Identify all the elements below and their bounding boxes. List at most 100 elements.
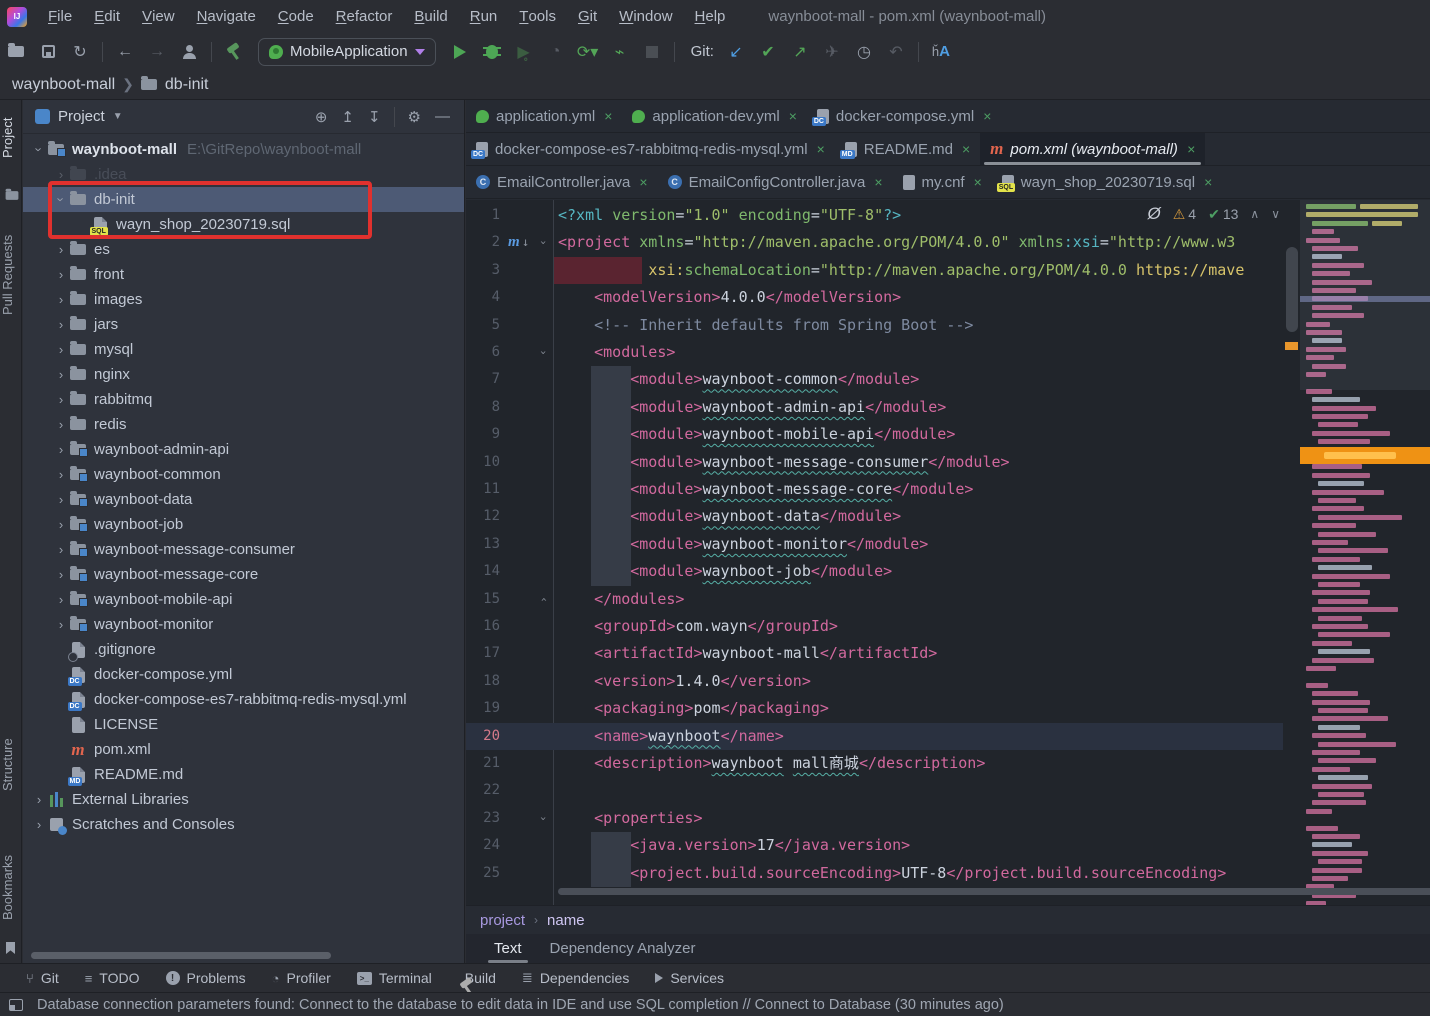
- toolwindow-profiler[interactable]: ◔ Profiler: [272, 970, 331, 986]
- chevron-collapsed-icon[interactable]: ›: [53, 392, 69, 407]
- project-horizontal-scrollbar[interactable]: [31, 952, 331, 959]
- run-configuration-select[interactable]: MobileApplication: [258, 37, 436, 66]
- hide-panel-icon[interactable]: —: [435, 108, 450, 125]
- reader-mode-icon[interactable]: Ø: [1148, 204, 1161, 224]
- code-line-15[interactable]: 15 › </modules>: [466, 586, 1283, 613]
- tree-item-images[interactable]: › images: [23, 287, 464, 312]
- fold-start-icon[interactable]: ›: [530, 349, 557, 356]
- chevron-collapsed-icon[interactable]: ›: [53, 567, 69, 582]
- code-editor[interactable]: 1 <?xml version="1.0" encoding="UTF-8"?> 2…: [466, 200, 1430, 905]
- toolwindow-dependencies[interactable]: ≣ Dependencies: [522, 970, 629, 986]
- toolwindow-terminal[interactable]: >_ Terminal: [356, 970, 432, 986]
- code-line-8[interactable]: 8 <module>waynboot-admin-api</module>: [466, 394, 1283, 421]
- code-line-10[interactable]: 10 <module>waynboot-message-consumer</mo…: [466, 449, 1283, 476]
- coverage-button[interactable]: ▶̥: [511, 39, 537, 65]
- code-line-5[interactable]: 5 <!-- Inherit defaults from Spring Boot…: [466, 312, 1283, 339]
- chevron-collapsed-icon[interactable]: ›: [53, 367, 69, 382]
- code-line-4[interactable]: 4 <modelVersion>4.0.0</modelVersion>: [466, 284, 1283, 311]
- chevron-collapsed-icon[interactable]: ›: [53, 592, 69, 607]
- menu-build[interactable]: Build: [403, 0, 458, 33]
- error-stripe-mark[interactable]: [1285, 342, 1298, 350]
- typos-count[interactable]: ✔ 13: [1208, 206, 1238, 223]
- tree-item--idea[interactable]: › .idea: [23, 162, 464, 187]
- breadcrumb-folder[interactable]: db-init: [165, 76, 209, 94]
- code-line-20[interactable]: 20 <name>waynboot</name>: [466, 722, 1283, 750]
- editor-horizontal-scrollbar[interactable]: [558, 888, 1430, 895]
- chevron-collapsed-icon[interactable]: ›: [53, 342, 69, 357]
- close-tab-icon[interactable]: ×: [1204, 174, 1212, 190]
- chevron-expanded-icon[interactable]: ›: [54, 192, 69, 208]
- code-line-13[interactable]: 13 <module>waynboot-monitor</module>: [466, 531, 1283, 558]
- tree-item-db-init[interactable]: › db-init: [23, 187, 464, 212]
- chevron-collapsed-icon[interactable]: ›: [53, 242, 69, 257]
- stripe-tab-bookmarks[interactable]: Bookmarks: [0, 840, 22, 935]
- prev-problem-icon[interactable]: ∧: [1250, 207, 1259, 221]
- back-icon[interactable]: ←: [112, 39, 138, 65]
- fold-start-icon[interactable]: ›: [530, 240, 557, 247]
- menu-help[interactable]: Help: [684, 0, 737, 33]
- breadcrumb-project[interactable]: waynboot-mall: [12, 76, 115, 94]
- status-message[interactable]: Database connection parameters found: Co…: [37, 997, 1004, 1013]
- menu-file[interactable]: File: [37, 0, 83, 33]
- git-rollback-icon[interactable]: ↶: [883, 39, 909, 65]
- tab-my-cnf[interactable]: my.cnf ×: [893, 166, 992, 198]
- code-line-18[interactable]: 18 <version>1.4.0</version>: [466, 668, 1283, 695]
- menu-tools[interactable]: Tools: [508, 0, 567, 33]
- tree-item-waynboot-message-core[interactable]: › waynboot-message-core: [23, 562, 464, 587]
- chevron-collapsed-icon[interactable]: ›: [53, 492, 69, 507]
- stripe-tab-project[interactable]: Project: [0, 108, 22, 168]
- tree-item-mysql[interactable]: › mysql: [23, 337, 464, 362]
- maven-gutter-icon[interactable]: m: [508, 229, 520, 256]
- code-line-25[interactable]: 25 <project.build.sourceEncoding>UTF-8</…: [466, 860, 1283, 887]
- fold-start-icon[interactable]: ›: [530, 815, 557, 822]
- warnings-count[interactable]: ⚠ 4: [1173, 206, 1196, 223]
- chevron-collapsed-icon[interactable]: ›: [31, 817, 47, 832]
- chevron-collapsed-icon[interactable]: ›: [53, 467, 69, 482]
- close-tab-icon[interactable]: ×: [983, 108, 991, 124]
- close-tab-icon[interactable]: ×: [639, 174, 647, 190]
- tree-item-external-libraries[interactable]: › External Libraries: [23, 787, 464, 812]
- code-line-22[interactable]: 22: [466, 777, 1283, 804]
- tree-item-waynboot-job[interactable]: › waynboot-job: [23, 512, 464, 537]
- tree-item-nginx[interactable]: › nginx: [23, 362, 464, 387]
- chevron-collapsed-icon[interactable]: ›: [53, 417, 69, 432]
- profiler-button[interactable]: ◔: [543, 39, 569, 65]
- tree-item-scratches-and-consoles[interactable]: › Scratches and Consoles: [23, 812, 464, 837]
- tab-docker-compose-es7-rabbitmq-redis-mysql-yml[interactable]: DC docker-compose-es7-rabbitmq-redis-mysq…: [466, 133, 835, 165]
- tab-pom-xml-waynboot-mall-[interactable]: m pom.xml (waynboot-mall) ×: [980, 133, 1206, 165]
- subtab-dependency-analyzer[interactable]: Dependency Analyzer: [550, 934, 696, 963]
- tree-item-waynboot-admin-api[interactable]: › waynboot-admin-api: [23, 437, 464, 462]
- code-minimap[interactable]: [1300, 200, 1430, 905]
- collapse-all-icon[interactable]: ↧: [368, 108, 381, 126]
- close-tab-icon[interactable]: ×: [817, 141, 825, 157]
- breadcrumb-tag-project[interactable]: project: [480, 912, 525, 929]
- locate-icon[interactable]: ⊕: [315, 108, 328, 126]
- subtab-text[interactable]: Text: [488, 934, 527, 963]
- project-panel-title[interactable]: Project: [58, 108, 105, 125]
- tree-item-waynboot-mobile-api[interactable]: › waynboot-mobile-api: [23, 587, 464, 612]
- close-tab-icon[interactable]: ×: [789, 108, 797, 124]
- tab-readme-md[interactable]: MD README.md ×: [835, 133, 980, 165]
- menu-git[interactable]: Git: [567, 0, 608, 33]
- tree-item-jars[interactable]: › jars: [23, 312, 464, 337]
- close-tab-icon[interactable]: ×: [962, 141, 970, 157]
- code-line-19[interactable]: 19 <packaging>pom</packaging>: [466, 695, 1283, 722]
- build-hammer-icon[interactable]: [221, 39, 247, 65]
- menu-view[interactable]: View: [131, 0, 186, 33]
- tree-item-front[interactable]: › front: [23, 262, 464, 287]
- tab-application-yml[interactable]: application.yml ×: [466, 100, 622, 132]
- tree-item-waynboot-common[interactable]: › waynboot-common: [23, 462, 464, 487]
- editor-vertical-scrollbar[interactable]: [1286, 247, 1298, 332]
- minimap-viewport[interactable]: [1300, 200, 1430, 390]
- tree-item-waynboot-mall[interactable]: › waynboot-mall E:\GitRepo\waynboot-mall: [23, 137, 464, 162]
- tab-emailconfigcontroller-java[interactable]: C EmailConfigController.java ×: [658, 166, 893, 198]
- toolwindow-problems[interactable]: ! Problems: [165, 970, 246, 986]
- menu-refactor[interactable]: Refactor: [325, 0, 404, 33]
- code-line-3[interactable]: 3 xsi:schemaLocation="http://maven.apach…: [466, 256, 1283, 284]
- code-line-9[interactable]: 9 <module>waynboot-mobile-api</module>: [466, 421, 1283, 448]
- git-cherry-pick-icon[interactable]: ✈: [819, 39, 845, 65]
- git-history-icon[interactable]: ◷: [851, 39, 877, 65]
- tab-application-dev-yml[interactable]: application-dev.yml ×: [622, 100, 806, 132]
- tree-item--gitignore[interactable]: .gitignore: [23, 637, 464, 662]
- bookmark-icon[interactable]: [6, 942, 15, 954]
